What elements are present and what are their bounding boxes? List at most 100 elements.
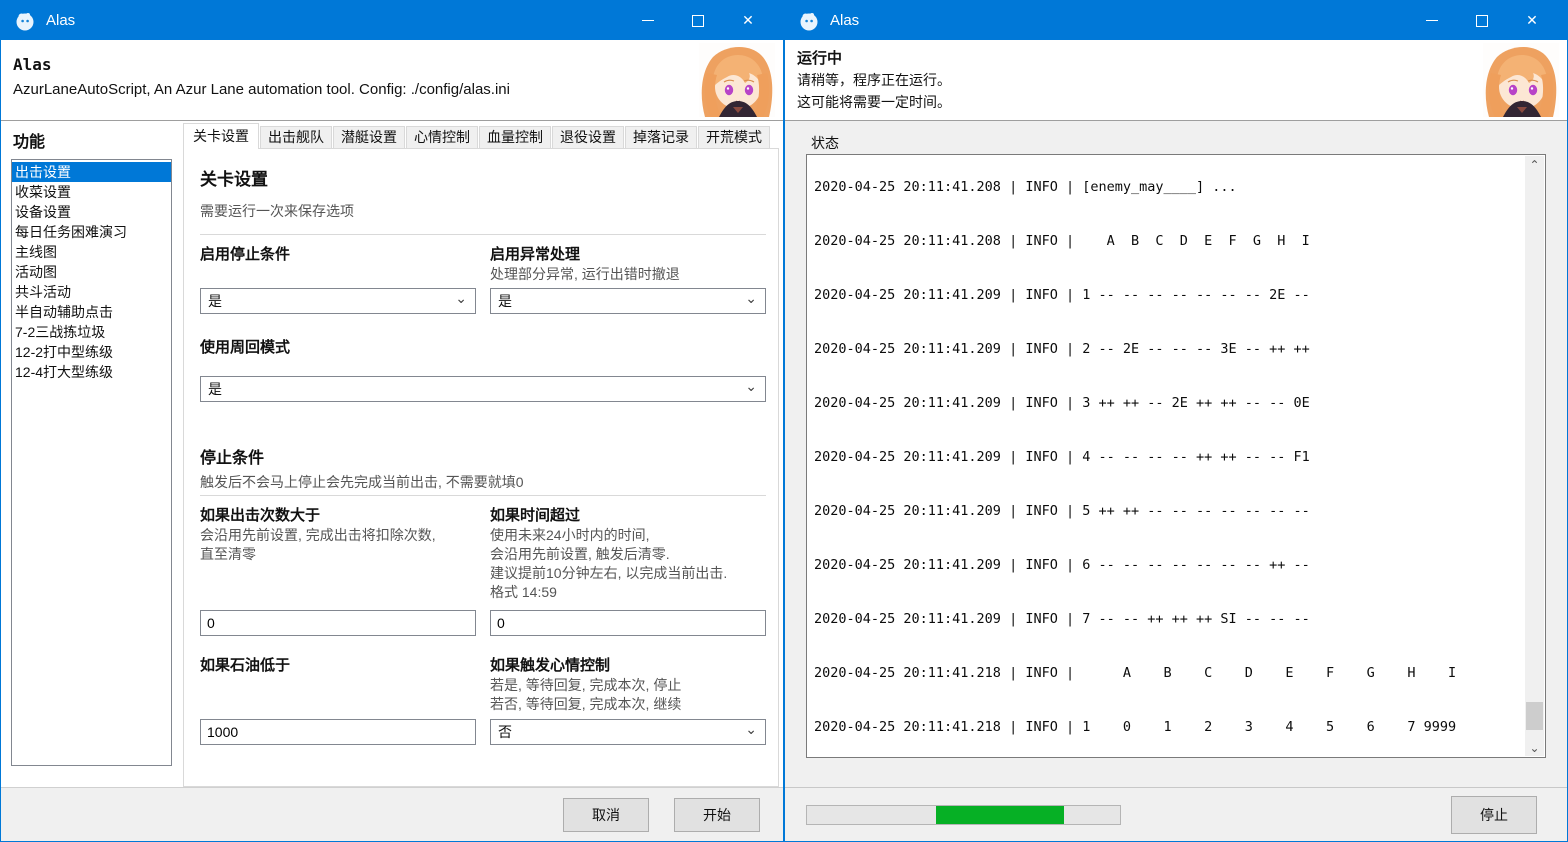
minimize-icon: [642, 20, 654, 21]
sidebar-item[interactable]: 设备设置: [12, 202, 171, 222]
log-line: 2020-04-25 20:11:41.208 | INFO | [enemy_…: [814, 178, 1523, 196]
window-title: Alas: [46, 12, 75, 29]
minimize-button[interactable]: [623, 1, 673, 40]
field-label-if-oil: 如果石油低于: [200, 656, 476, 676]
function-listbox: 出击设置 收菜设置 设备设置 每日任务困难演习 主线图 活动图 共斗活动 半自动…: [11, 159, 172, 766]
maximize-button[interactable]: [673, 1, 723, 40]
tab[interactable]: 出击舰队: [260, 126, 332, 149]
stop-button[interactable]: 停止: [1451, 796, 1537, 834]
sidebar-heading: 功能: [13, 128, 45, 152]
log-line: 2020-04-25 20:11:41.209 | INFO | 1 -- --…: [814, 286, 1523, 304]
minimize-button[interactable]: [1407, 1, 1457, 40]
avatar: [699, 43, 775, 117]
footer-bar: 取消 开始: [1, 787, 783, 841]
avatar: [1483, 43, 1559, 117]
log-line: 2020-04-25 20:11:41.209 | INFO | 6 -- --…: [814, 556, 1523, 574]
window-settings: Alas ✕ Alas AzurLaneAutoScript, An Azur …: [0, 0, 784, 842]
tab[interactable]: 血量控制: [479, 126, 551, 149]
window-running: Alas ✕ 运行中 请稍等，程序正在运行。 这可能将需要一定时间。: [784, 0, 1568, 842]
section-desc: 触发后不会马上停止会先完成当前出击, 不需要就填0: [200, 473, 766, 492]
enable-exception-select[interactable]: 是 ⌄: [490, 288, 766, 314]
running-line2: 这可能将需要一定时间。: [797, 92, 951, 112]
tab[interactable]: 退役设置: [552, 126, 624, 149]
log-line: 2020-04-25 20:11:41.209 | INFO | 4 -- --…: [814, 448, 1523, 466]
sidebar-item[interactable]: 活动图: [12, 262, 171, 282]
panel-title: 关卡设置: [200, 165, 766, 190]
cancel-button[interactable]: 取消: [563, 798, 649, 832]
sidebar-item[interactable]: 收菜设置: [12, 182, 171, 202]
sidebar-item[interactable]: 7-2三战拣垃圾: [12, 322, 171, 342]
sidebar-item[interactable]: 每日任务困难演习: [12, 222, 171, 242]
titlebar[interactable]: Alas ✕: [785, 1, 1567, 40]
if-time-input[interactable]: [490, 610, 766, 636]
sidebar-item[interactable]: 主线图: [12, 242, 171, 262]
window-controls: ✕: [623, 1, 773, 40]
log-output[interactable]: 2020-04-25 20:11:41.208 | INFO | [enemy_…: [806, 154, 1546, 758]
tab[interactable]: 掉落记录: [625, 126, 697, 149]
field-label-if-time: 如果时间超过: [490, 506, 766, 526]
screen: Alas ✕ Alas AzurLaneAutoScript, An Azur …: [0, 0, 1568, 842]
field-desc: 使用未来24小时内的时间, 会沿用先前设置, 触发后清零. 建议提前10分钟左右…: [490, 526, 766, 602]
field-label-enable-exception: 启用异常处理: [490, 245, 766, 265]
scrollbar-up-icon[interactable]: ⌃: [1525, 156, 1544, 173]
sidebar-item[interactable]: 12-4打大型练级: [12, 362, 171, 382]
app-logo-icon: [14, 10, 36, 32]
tab-panel-stage-settings: 关卡设置 需要运行一次来保存选项 启用停止条件 启用异常处理 处理部分异常, 运…: [183, 148, 779, 787]
status-group-label: 状态: [811, 133, 839, 153]
tab[interactable]: 关卡设置: [183, 123, 259, 149]
app-logo-icon: [798, 10, 820, 32]
sidebar-item[interactable]: 12-2打中型练级: [12, 342, 171, 362]
if-count-input[interactable]: [200, 610, 476, 636]
start-button[interactable]: 开始: [674, 798, 760, 832]
sidebar-item[interactable]: 共斗活动: [12, 282, 171, 302]
maximize-button[interactable]: [1457, 1, 1507, 40]
chevron-down-icon: ⌄: [745, 719, 757, 741]
close-icon: ✕: [742, 12, 754, 29]
progress-fill: [936, 806, 1064, 824]
log-line: 2020-04-25 20:11:41.209 | INFO | 5 ++ ++…: [814, 502, 1523, 520]
status-panel: 状态 2020-04-25 20:11:41.208 | INFO | [ene…: [785, 121, 1567, 841]
app-header: Alas AzurLaneAutoScript, An Azur Lane au…: [1, 40, 783, 121]
field-desc: [200, 265, 476, 284]
log-line: 2020-04-25 20:11:41.209 | INFO | 2 -- 2E…: [814, 340, 1523, 358]
field-desc: 若是, 等待回复, 完成本次, 停止 若否, 等待回复, 完成本次, 继续: [490, 676, 766, 714]
progress-bar: [806, 805, 1121, 825]
log-line: 2020-04-25 20:11:41.209 | INFO | 3 ++ ++…: [814, 394, 1523, 412]
chevron-down-icon: ⌄: [745, 376, 757, 398]
close-button[interactable]: ✕: [723, 1, 773, 40]
close-button[interactable]: ✕: [1507, 1, 1557, 40]
app-title: Alas: [13, 55, 52, 74]
log-line: 2020-04-25 20:11:41.218 | INFO | A B C D…: [814, 664, 1523, 682]
tab[interactable]: 潜艇设置: [333, 126, 405, 149]
divider: [785, 787, 1567, 788]
log-lines: 2020-04-25 20:11:41.208 | INFO | [enemy_…: [814, 154, 1523, 758]
enable-stop-select[interactable]: 是 ⌄: [200, 288, 476, 314]
sidebar-item[interactable]: 出击设置: [12, 162, 171, 182]
log-line: 2020-04-25 20:11:41.208 | INFO | A B C D…: [814, 232, 1523, 250]
section-title-stop-condition: 停止条件: [200, 444, 766, 468]
log-line: 2020-04-25 20:11:41.209 | INFO | 7 -- --…: [814, 610, 1523, 628]
running-line1: 请稍等，程序正在运行。: [797, 70, 951, 90]
maximize-icon: [692, 15, 704, 27]
titlebar[interactable]: Alas ✕: [1, 1, 783, 40]
scrollbar-thumb[interactable]: [1526, 702, 1543, 730]
chevron-down-icon: ⌄: [455, 288, 467, 310]
minimize-icon: [1426, 20, 1438, 21]
sidebar-item[interactable]: 半自动辅助点击: [12, 302, 171, 322]
scrollbar-down-icon[interactable]: ⌄: [1525, 739, 1544, 756]
window-title: Alas: [830, 12, 859, 29]
if-emotion-select[interactable]: 否 ⌄: [490, 719, 766, 745]
app-header: 运行中 请稍等，程序正在运行。 这可能将需要一定时间。: [785, 40, 1567, 121]
window-controls: ✕: [1407, 1, 1557, 40]
log-scrollbar[interactable]: ⌃ ⌄: [1525, 156, 1544, 756]
field-desc: 会沿用先前设置, 完成出击将扣除次数, 直至清零: [200, 526, 476, 602]
field-label-enable-stop: 启用停止条件: [200, 245, 476, 265]
field-label-if-count: 如果出击次数大于: [200, 506, 476, 526]
field-label-if-emotion: 如果触发心情控制: [490, 656, 766, 676]
if-oil-input[interactable]: [200, 719, 476, 745]
panel-subtitle: 需要运行一次来保存选项: [200, 201, 766, 221]
tab[interactable]: 开荒模式: [698, 126, 770, 149]
field-desc: 处理部分异常, 运行出错时撤退: [490, 265, 766, 284]
loop-mode-select[interactable]: 是 ⌄: [200, 376, 766, 402]
tab[interactable]: 心情控制: [406, 126, 478, 149]
